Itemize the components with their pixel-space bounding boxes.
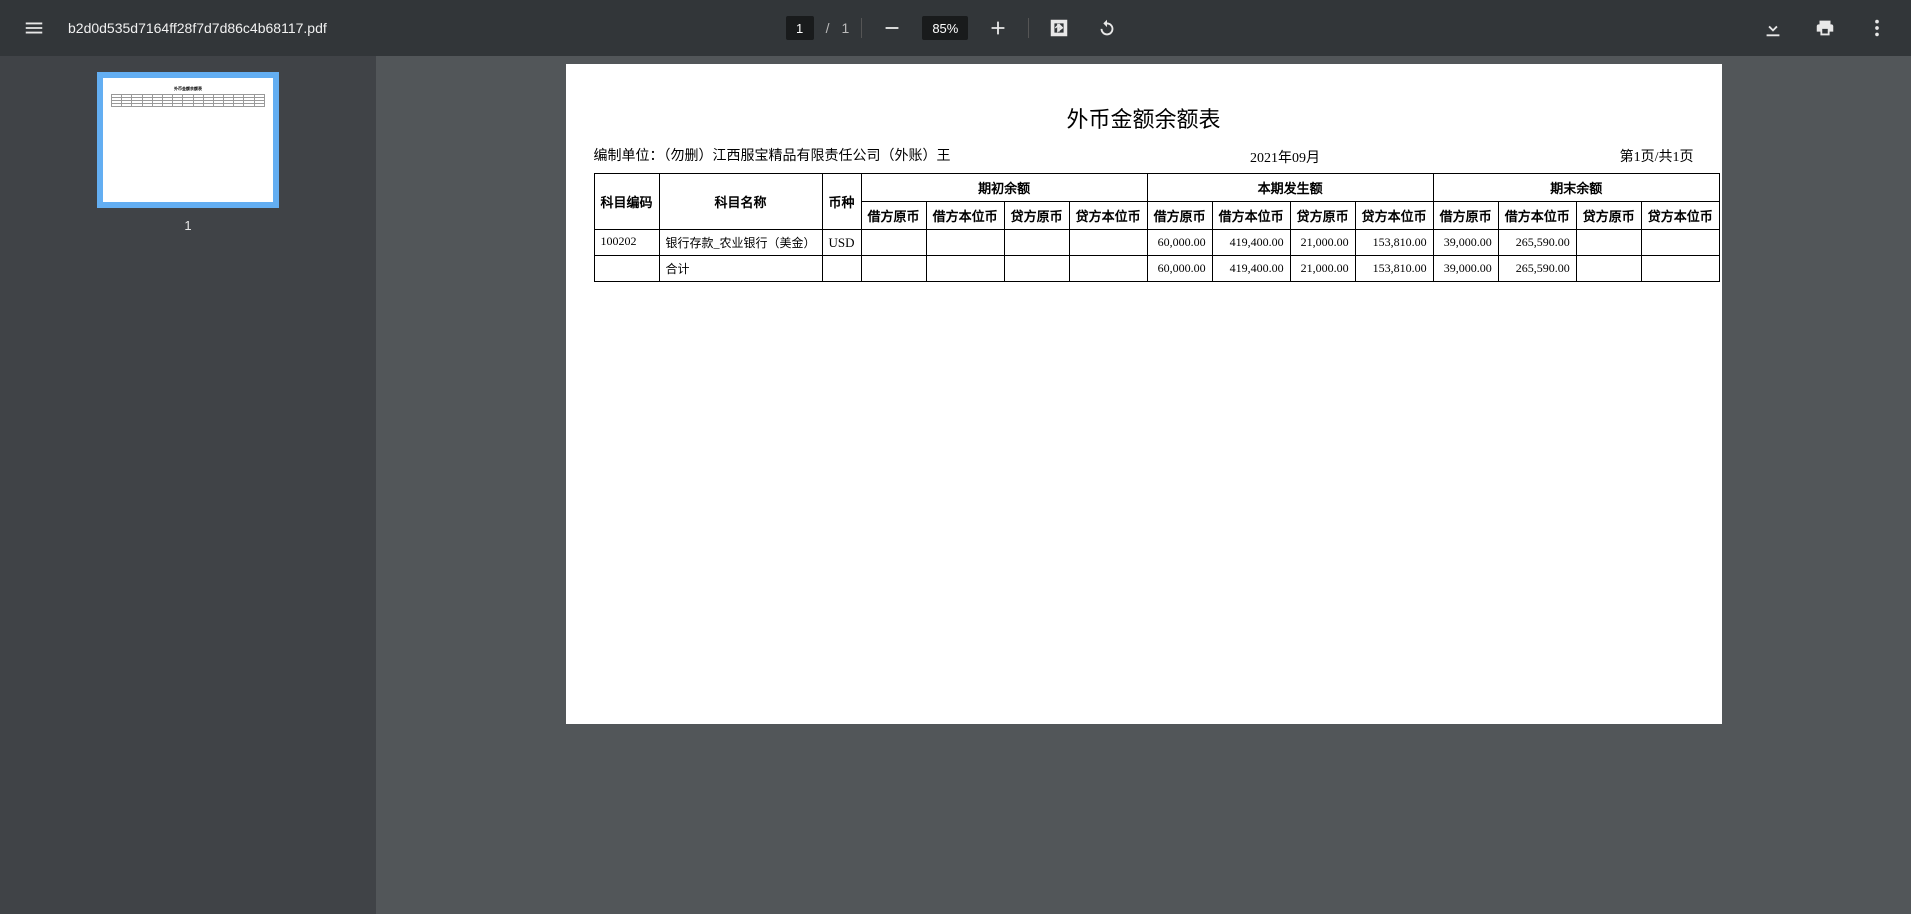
col-clo-db: 借方本位币	[1498, 202, 1576, 230]
divider	[861, 18, 862, 38]
page-total: 1	[842, 20, 850, 36]
cell	[926, 256, 1004, 282]
cell: 21,000.00	[1290, 256, 1355, 282]
cell	[1004, 230, 1069, 256]
cell: 21,000.00	[1290, 230, 1355, 256]
page-number-input[interactable]	[786, 16, 814, 40]
col-open-db: 借方本位币	[926, 202, 1004, 230]
col-currency: 币种	[822, 174, 861, 230]
page-thumbnail[interactable]: 外币金额余额表 1	[97, 72, 279, 233]
cell	[861, 230, 926, 256]
cell-name: 银行存款_农业银行（美金）	[659, 230, 822, 256]
print-icon[interactable]	[1807, 10, 1843, 46]
org-info: 编制单位：（勿删）江西服宝精品有限责任公司（外账）王	[594, 146, 951, 167]
col-open-co: 贷方原币	[1004, 202, 1069, 230]
cell: 265,590.00	[1498, 230, 1576, 256]
pdf-toolbar: b2d0d535d7164ff28f7d7d86c4b68117.pdf / 1…	[0, 0, 1911, 56]
cell-code	[594, 256, 659, 282]
table-row: 合计 60,000.00 419,400.00 21,000.00 153,81…	[594, 256, 1719, 282]
menu-icon[interactable]	[16, 10, 52, 46]
main-area: 外币金额余额表 1 外币金额余额表 编制单位：（勿删）江西服宝精品有限责任公司（…	[0, 56, 1911, 914]
zoom-level[interactable]: 85%	[922, 16, 968, 40]
cell: 419,400.00	[1212, 230, 1290, 256]
cell-currency	[822, 256, 861, 282]
col-clo-cb: 贷方本位币	[1641, 202, 1719, 230]
col-name: 科目名称	[659, 174, 822, 230]
cell: 39,000.00	[1433, 256, 1498, 282]
download-icon[interactable]	[1755, 10, 1791, 46]
thumb-title: 外币金额余额表	[111, 86, 265, 92]
cell-currency: USD	[822, 230, 861, 256]
cell	[1641, 256, 1719, 282]
more-icon[interactable]	[1859, 10, 1895, 46]
col-per-do: 借方原币	[1147, 202, 1212, 230]
cell-code: 100202	[594, 230, 659, 256]
page-sep: /	[826, 20, 830, 36]
cell: 60,000.00	[1147, 230, 1212, 256]
col-per-cb: 贷方本位币	[1355, 202, 1433, 230]
cell	[1576, 256, 1641, 282]
col-open-do: 借方原币	[861, 202, 926, 230]
pdf-page: 外币金额余额表 编制单位：（勿删）江西服宝精品有限责任公司（外账）王 2021年…	[566, 64, 1722, 724]
cell	[1069, 230, 1147, 256]
cell	[1004, 256, 1069, 282]
zoom-in-icon[interactable]	[980, 10, 1016, 46]
col-code: 科目编码	[594, 174, 659, 230]
cell	[926, 230, 1004, 256]
thumb-table	[111, 94, 265, 107]
document-viewport[interactable]: 外币金额余额表 编制单位：（勿删）江西服宝精品有限责任公司（外账）王 2021年…	[376, 56, 1911, 914]
cell: 265,590.00	[1498, 256, 1576, 282]
divider	[1028, 18, 1029, 38]
zoom-out-icon[interactable]	[874, 10, 910, 46]
cell: 60,000.00	[1147, 256, 1212, 282]
col-clo-co: 贷方原币	[1576, 202, 1641, 230]
col-per-co: 贷方原币	[1290, 202, 1355, 230]
period-label: 2021年09月	[1250, 147, 1320, 167]
filename-label: b2d0d535d7164ff28f7d7d86c4b68117.pdf	[68, 20, 327, 36]
cell: 419,400.00	[1212, 256, 1290, 282]
meta-row: 编制单位：（勿删）江西服宝精品有限责任公司（外账）王 2021年09月 第1页/…	[594, 146, 1694, 167]
balance-table: 科目编码 科目名称 币种 期初余额 本期发生额 期末余额 借方原币 借方本位币 …	[594, 173, 1720, 282]
org-value: （勿删）江西服宝精品有限责任公司（外账）王	[664, 149, 951, 164]
thumb-page-number: 1	[184, 218, 191, 233]
col-group-open: 期初余额	[861, 174, 1147, 202]
cell	[861, 256, 926, 282]
thumbnail-sidebar: 外币金额余额表 1	[0, 56, 376, 914]
table-header-row: 科目编码 科目名称 币种 期初余额 本期发生额 期末余额	[594, 174, 1719, 202]
cell: 39,000.00	[1433, 230, 1498, 256]
col-per-db: 借方本位币	[1212, 202, 1290, 230]
cell	[1069, 256, 1147, 282]
cell-name: 合计	[659, 256, 822, 282]
cell	[1641, 230, 1719, 256]
org-label: 编制单位：	[594, 149, 664, 164]
col-group-period: 本期发生额	[1147, 174, 1433, 202]
document-title: 外币金额余额表	[594, 102, 1694, 134]
col-clo-do: 借方原币	[1433, 202, 1498, 230]
page-info: 第1页/共1页	[1620, 146, 1694, 166]
cell	[1576, 230, 1641, 256]
fit-page-icon[interactable]	[1041, 10, 1077, 46]
rotate-icon[interactable]	[1089, 10, 1125, 46]
table-row: 100202 银行存款_农业银行（美金） USD 60,000.00 419,4…	[594, 230, 1719, 256]
cell: 153,810.00	[1355, 256, 1433, 282]
col-open-cb: 贷方本位币	[1069, 202, 1147, 230]
cell: 153,810.00	[1355, 230, 1433, 256]
col-group-close: 期末余额	[1433, 174, 1719, 202]
